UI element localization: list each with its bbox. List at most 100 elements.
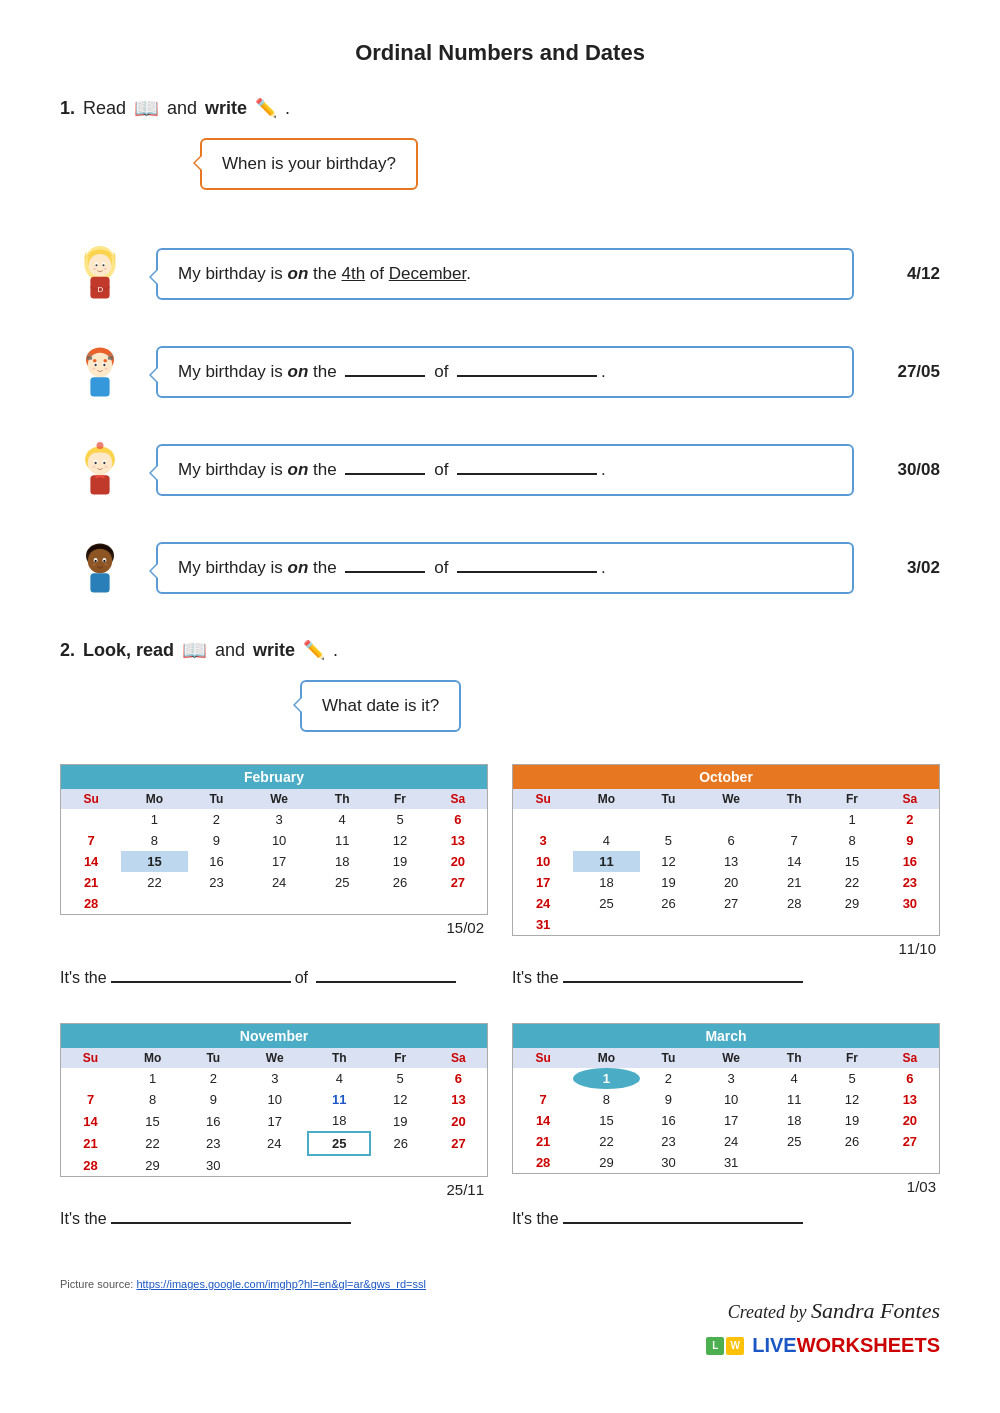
date-label-1: 4/12 <box>870 264 940 284</box>
pencil-icon-2: ✏️ <box>303 639 325 661</box>
lw-box-yellow: W <box>726 1337 744 1355</box>
answer-row-1: D My birthday is on the 4th of December.… <box>60 234 940 314</box>
answer-row-4: My birthday is on the of . 3/02 <box>60 528 940 608</box>
svg-rect-33 <box>90 475 109 494</box>
answer-row-3: My birthday is on the of . 30/08 <box>60 430 940 510</box>
and-label-1: and <box>167 98 197 119</box>
svg-point-39 <box>103 560 105 562</box>
cal-title-nov: November <box>61 1024 487 1048</box>
date-label-4: 3/02 <box>870 558 940 578</box>
lw-text: LIVEWORKSHEETS <box>752 1334 940 1357</box>
svg-point-32 <box>97 442 104 449</box>
svg-point-8 <box>104 268 108 270</box>
calendar-march: March Su Mo Tu We Th Fr Sa <box>512 1023 940 1198</box>
birthday-question-bubble: When is your birthday? <box>200 138 418 190</box>
date-label-2: 27/05 <box>870 362 940 382</box>
svg-point-40 <box>92 564 96 566</box>
answer-box-3: My birthday is on the of . <box>156 444 854 496</box>
lw-worksheets: WORKSHEETS <box>797 1334 940 1356</box>
footer: Picture source: https://images.google.co… <box>60 1278 940 1290</box>
write-label: write <box>205 98 247 119</box>
svg-rect-21 <box>87 356 92 360</box>
calendar-november: November Su Mo Tu We Th Fr Sa <box>60 1023 488 1198</box>
table-row: 24 25 26 27 28 29 30 <box>513 893 939 914</box>
table-row: 1 2 <box>513 809 939 830</box>
svg-point-7 <box>93 268 97 270</box>
section1-number: 1. <box>60 98 75 119</box>
cal-title-feb: February <box>61 765 487 789</box>
book-icon-2: 📖 <box>182 638 207 662</box>
svg-text:D: D <box>97 285 103 294</box>
answer-box-4: My birthday is on the of . <box>156 542 854 594</box>
avatar-2 <box>60 332 140 412</box>
table-row: 21 22 23 24 25 26 27 <box>513 1131 939 1152</box>
source-link[interactable]: https://images.google.com/imghp?hl=en&gl… <box>136 1278 426 1290</box>
section2-number: 2. <box>60 640 75 661</box>
read-label: Read <box>83 98 126 119</box>
cal-date-feb: 15/02 <box>60 919 488 936</box>
table-row: 7 8 9 10 11 12 13 <box>61 1089 487 1110</box>
section2-header: 2. Look, read 📖 and write ✏️ . <box>60 638 940 662</box>
table-row: 21 22 23 24 25 26 27 <box>61 872 487 893</box>
cal-table-mar: Su Mo Tu We Th Fr Sa 1 2 <box>513 1048 939 1173</box>
svg-point-17 <box>92 368 96 370</box>
svg-point-41 <box>104 564 108 566</box>
svg-rect-42 <box>90 573 109 592</box>
svg-point-2 <box>89 254 112 277</box>
svg-point-28 <box>94 462 96 464</box>
svg-point-31 <box>104 466 108 468</box>
table-row: 7 8 9 10 11 12 13 <box>513 1089 939 1110</box>
table-row: 14 15 16 17 18 19 20 <box>513 1110 939 1131</box>
creator-name: Sandra Fontes <box>811 1298 940 1323</box>
svg-rect-23 <box>90 377 109 396</box>
lw-logo: L W <box>706 1337 744 1355</box>
cal-table-feb: Su Mo Tu We Th Fr Sa 1 2 <box>61 789 487 914</box>
table-row: 1 2 3 4 5 6 <box>61 1068 487 1089</box>
cal-title-oct: October <box>513 765 939 789</box>
table-row: 28 29 30 <box>61 1155 487 1176</box>
answer-box-1: My birthday is on the 4th of December. <box>156 248 854 300</box>
answer-box-2: My birthday is on the of . <box>156 346 854 398</box>
lw-live: LIVE <box>752 1334 796 1356</box>
created-by-label: Created by <box>728 1302 807 1322</box>
and-label-2: and <box>215 640 245 661</box>
avatar-4 <box>60 528 140 608</box>
section-1: 1. Read 📖 and write ✏️ . When is your bi… <box>60 96 940 608</box>
table-row: 14 15 16 17 18 19 20 <box>61 1110 487 1132</box>
pencil-icon: ✏️ <box>255 97 277 119</box>
calendar-february: February Su Mo Tu We Th Fr Sa <box>60 764 488 957</box>
cal-table-oct: Su Mo Tu We Th Fr Sa <box>513 789 939 935</box>
avatar-3 <box>60 430 140 510</box>
answer-row-2: My birthday is on the of . 27/05 <box>60 332 940 412</box>
cal-table-nov: Su Mo Tu We Th Fr Sa 1 2 <box>61 1048 487 1176</box>
svg-point-19 <box>93 359 97 363</box>
table-row: 14 15 16 17 18 19 20 <box>61 851 487 872</box>
table-row: 28 <box>61 893 487 914</box>
table-row: 21 22 23 24 25 26 27 <box>61 1132 487 1155</box>
section-2: 2. Look, read 📖 and write ✏️ . What date… <box>60 638 940 1248</box>
table-row: 17 18 19 20 21 22 23 <box>513 872 939 893</box>
creator-section: Created by Sandra Fontes <box>60 1298 940 1324</box>
table-row: 1 2 3 4 5 6 <box>513 1068 939 1089</box>
date-question-bubble: What date is it? <box>300 680 461 732</box>
cal-date-mar: 1/03 <box>512 1178 940 1195</box>
section1-header: 1. Read 📖 and write ✏️ . <box>60 96 940 120</box>
book-icon: 📖 <box>134 96 159 120</box>
table-row: 28 29 30 31 <box>513 1152 939 1173</box>
svg-point-15 <box>94 364 96 366</box>
date-label-3: 30/08 <box>870 460 940 480</box>
its-the-row-1: It's the of It's the <box>60 963 940 1007</box>
table-row: 7 8 9 10 11 12 13 <box>61 830 487 851</box>
lw-box-green: L <box>706 1337 724 1355</box>
calendars-row-2: November Su Mo Tu We Th Fr Sa <box>60 1023 940 1198</box>
liveworksheets-branding: L W LIVEWORKSHEETS <box>60 1334 940 1357</box>
source-label: Picture source: <box>60 1278 133 1290</box>
svg-point-20 <box>104 359 108 363</box>
svg-point-5 <box>95 264 97 266</box>
calendar-october: October Su Mo Tu We Th Fr Sa <box>512 764 940 957</box>
svg-point-6 <box>102 264 104 266</box>
look-read-label: Look, read <box>83 640 174 661</box>
svg-point-35 <box>88 549 113 574</box>
svg-point-38 <box>94 560 96 562</box>
cal-date-oct: 11/10 <box>512 940 940 957</box>
